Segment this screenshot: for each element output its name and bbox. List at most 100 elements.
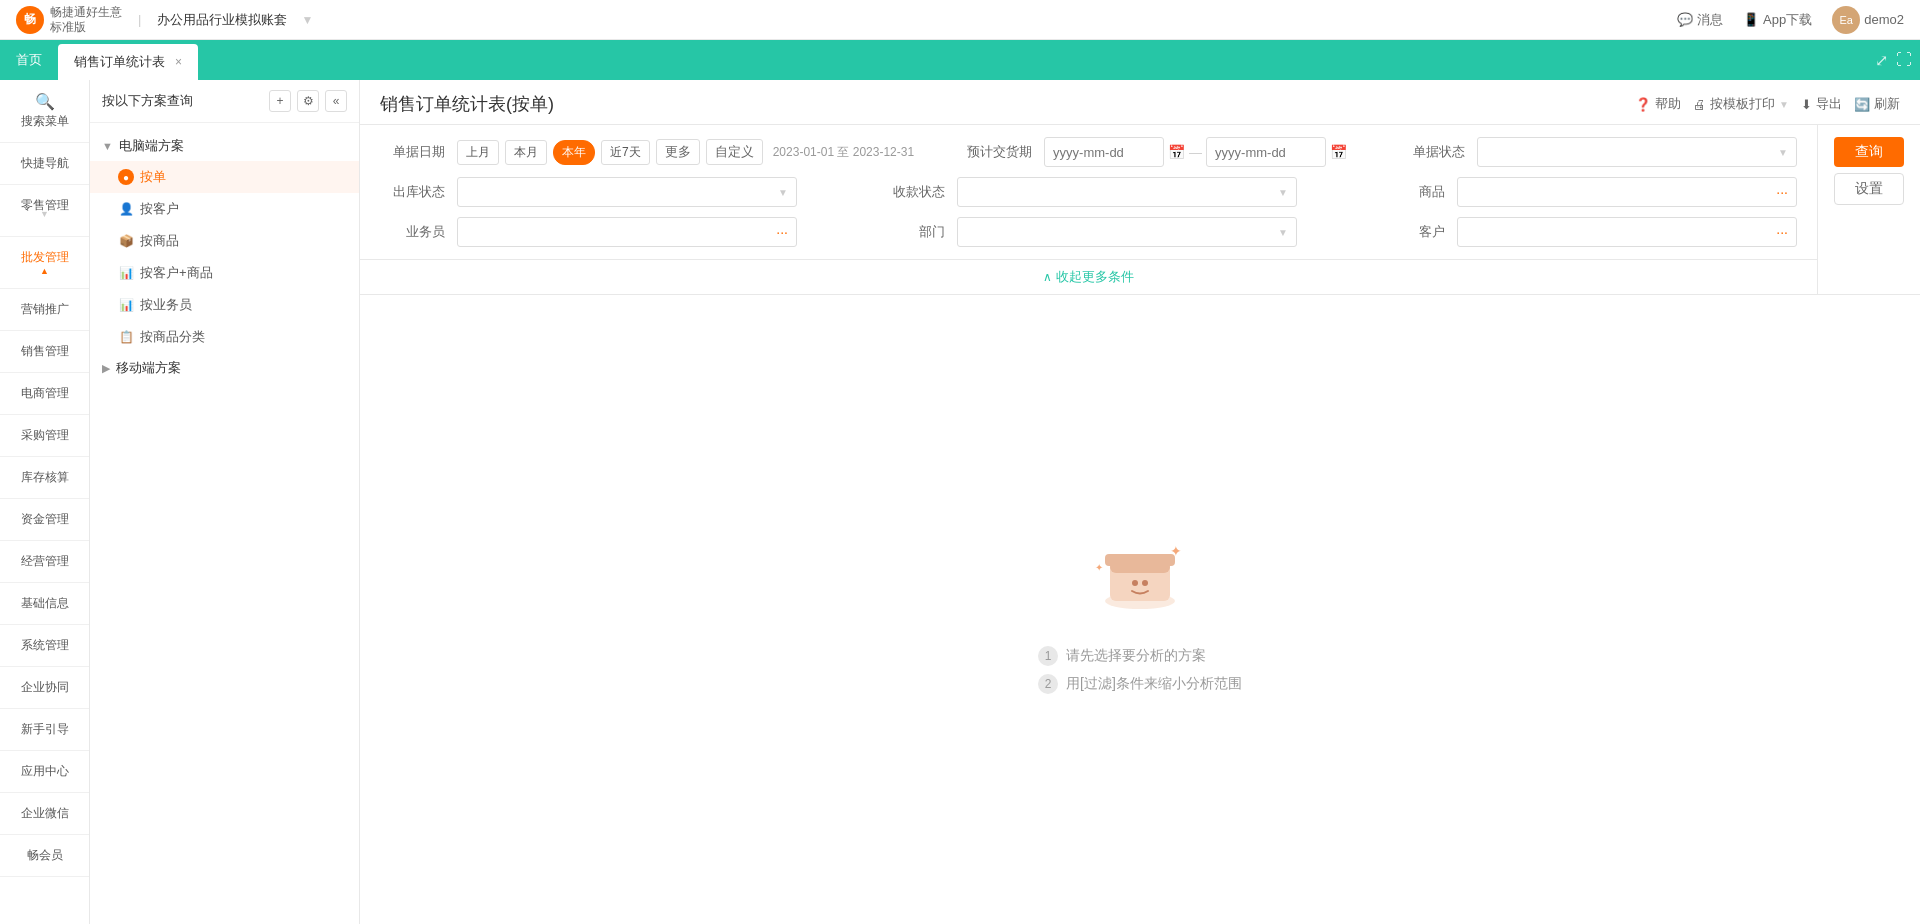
scheme-label-按业务员: 按业务员 [140,296,192,314]
scheme-group-mobile-header[interactable]: ▶ 移动端方案 [90,353,359,383]
expected-date-end[interactable] [1206,137,1326,167]
add-scheme-btn[interactable]: + [269,90,291,112]
sidebar-item-marketing[interactable]: 营销推广 [0,289,89,331]
date-btn-last-month[interactable]: 上月 [457,140,499,165]
export-btn[interactable]: ⬇ 导出 [1801,95,1842,113]
scheme-item-按业务员[interactable]: 📊 按业务员 [90,289,359,321]
message-btn[interactable]: 💬 消息 [1677,11,1723,29]
sidebar-item-system[interactable]: 系统管理 [0,625,89,667]
enterprise-label: 企业协同 [0,679,89,696]
sidebar-item-corp-wechat[interactable]: 企业微信 [0,793,89,835]
customer-select[interactable]: ··· [1457,217,1797,247]
wholesale-label: 批发管理 [21,249,69,266]
settings-button[interactable]: 设置 [1834,173,1904,205]
salesman-select[interactable]: ··· [457,217,797,247]
system-label: 系统管理 [0,637,89,654]
left-panel-actions: + ⚙ « [269,90,347,112]
salesman-label: 业务员 [380,223,445,241]
scheme-item-按客户[interactable]: 👤 按客户 [90,193,359,225]
sidebar-item-basic[interactable]: 基础信息 [0,583,89,625]
sidebar-item-inventory[interactable]: 库存核算 [0,457,89,499]
tab-maximize-icon[interactable]: ⛶ [1896,51,1912,69]
sidebar-item-enterprise[interactable]: 企业协同 [0,667,89,709]
sidebar-item-sales[interactable]: 销售管理 [0,331,89,373]
scheme-label-按商品: 按商品 [140,232,179,250]
date-btn-7days[interactable]: 近7天 [601,140,650,165]
collapse-bar[interactable]: ∧ 收起更多条件 [360,260,1817,295]
help-icon: ❓ [1635,97,1651,112]
scheme-settings-btn[interactable]: ⚙ [297,90,319,112]
breadcrumb-chevron[interactable]: ▼ [301,13,313,27]
department-select[interactable]: ▼ [957,217,1297,247]
app-download-label: App下载 [1763,11,1812,29]
calendar-start-icon[interactable]: 📅 [1168,144,1185,160]
app-download-btn[interactable]: 📱 App下载 [1743,11,1812,29]
empty-illustration: ✦ ✦ [1080,526,1200,626]
collapse-panel-btn[interactable]: « [325,90,347,112]
user-avatar-area[interactable]: Ea demo2 [1832,6,1904,34]
scheme-item-按商品分类[interactable]: 📋 按商品分类 [90,321,359,353]
filter-row-2: 出库状态 ▼ 收款状态 ▼ 商品 [380,177,1797,207]
scheme-icon-按业务员: 📊 [118,297,134,313]
tip-num-1: 1 [1038,646,1058,666]
scheme-label-按客户: 按客户 [140,200,179,218]
date-btn-custom[interactable]: 自定义 [706,139,763,165]
sidebar-item-operation[interactable]: 经营管理 [0,541,89,583]
sidebar-item-newbie[interactable]: 新手引导 [0,709,89,751]
scheme-item-按商品[interactable]: 📦 按商品 [90,225,359,257]
salesman-dots[interactable]: ··· [776,224,788,240]
sidebar-item-app-center[interactable]: 应用中心 [0,751,89,793]
goods-dots[interactable]: ··· [1776,184,1788,200]
scheme-item-按单[interactable]: ● 按单 [90,161,359,193]
customer-label: 客户 [1380,223,1445,241]
scheme-group-mobile: ▶ 移动端方案 [90,353,359,383]
collapse-icon: ∧ [1043,270,1052,284]
retail-arrow: ▼ [40,209,49,219]
tab-current[interactable]: 销售订单统计表 × [58,44,198,80]
empty-tips: 1 请先选择要分析的方案 2 用[过滤]条件来缩小分析范围 [1038,646,1242,694]
delivery-status-chevron: ▼ [778,187,788,198]
tab-close-icon[interactable]: × [175,55,182,69]
tab-minimize-icon[interactable]: ⤢ [1875,51,1888,70]
refresh-btn[interactable]: 🔄 刷新 [1854,95,1900,113]
sidebar-item-quick-nav[interactable]: 快捷导航 [0,143,89,185]
date-btn-this-year[interactable]: 本年 [553,140,595,165]
date-btn-this-month[interactable]: 本月 [505,140,547,165]
bill-status-chevron: ▼ [1778,147,1788,158]
page-title: 销售订单统计表(按单) [380,92,554,116]
export-icon: ⬇ [1801,97,1812,112]
sidebar-item-wholesale[interactable]: 批发管理 ▲ [0,237,89,289]
payment-status-select[interactable]: ▼ [957,177,1297,207]
left-panel-title: 按以下方案查询 [102,92,261,110]
sidebar-item-purchase[interactable]: 采购管理 [0,415,89,457]
tab-home-label: 首页 [16,51,42,69]
scheme-label-按商品分类: 按商品分类 [140,328,205,346]
delivery-status-select[interactable]: ▼ [457,177,797,207]
query-button[interactable]: 查询 [1834,137,1904,167]
sidebar-item-retail[interactable]: 零售管理 ▼ [0,185,89,237]
customer-dots[interactable]: ··· [1776,224,1788,240]
scheme-list: ▼ 电脑端方案 ● 按单 👤 按客户 📦 按商品 [90,123,359,924]
svg-rect-3 [1105,554,1175,566]
expected-date-start[interactable] [1044,137,1164,167]
tab-home[interactable]: 首页 [0,40,58,80]
calendar-end-icon[interactable]: 📅 [1330,144,1347,160]
goods-select[interactable]: ··· [1457,177,1797,207]
logo-line1: 畅捷通好生意 [50,5,122,19]
sidebar-item-vip[interactable]: 畅会员 [0,835,89,877]
template-print-btn[interactable]: 🖨 按模板打印 ▼ [1693,95,1789,113]
delivery-status-label: 出库状态 [380,183,445,201]
tab-bar-right: ⤢ ⛶ [1875,51,1920,70]
sidebar-item-ecommerce[interactable]: 电商管理 [0,373,89,415]
basic-label: 基础信息 [0,595,89,612]
sidebar-item-finance[interactable]: 资金管理 [0,499,89,541]
bill-status-select[interactable]: ▼ [1477,137,1797,167]
sidebar-item-search[interactable]: 🔍 搜索菜单 [0,80,89,143]
scheme-label-按单: 按单 [140,168,166,186]
scheme-group-pc-header[interactable]: ▼ 电脑端方案 [90,131,359,161]
help-btn[interactable]: ❓ 帮助 [1635,95,1681,113]
scheme-item-按客户商品[interactable]: 📊 按客户+商品 [90,257,359,289]
date-btn-more[interactable]: 更多 [656,139,700,165]
department-chevron: ▼ [1278,227,1288,238]
scheme-group-mobile-label: 移动端方案 [116,359,181,377]
